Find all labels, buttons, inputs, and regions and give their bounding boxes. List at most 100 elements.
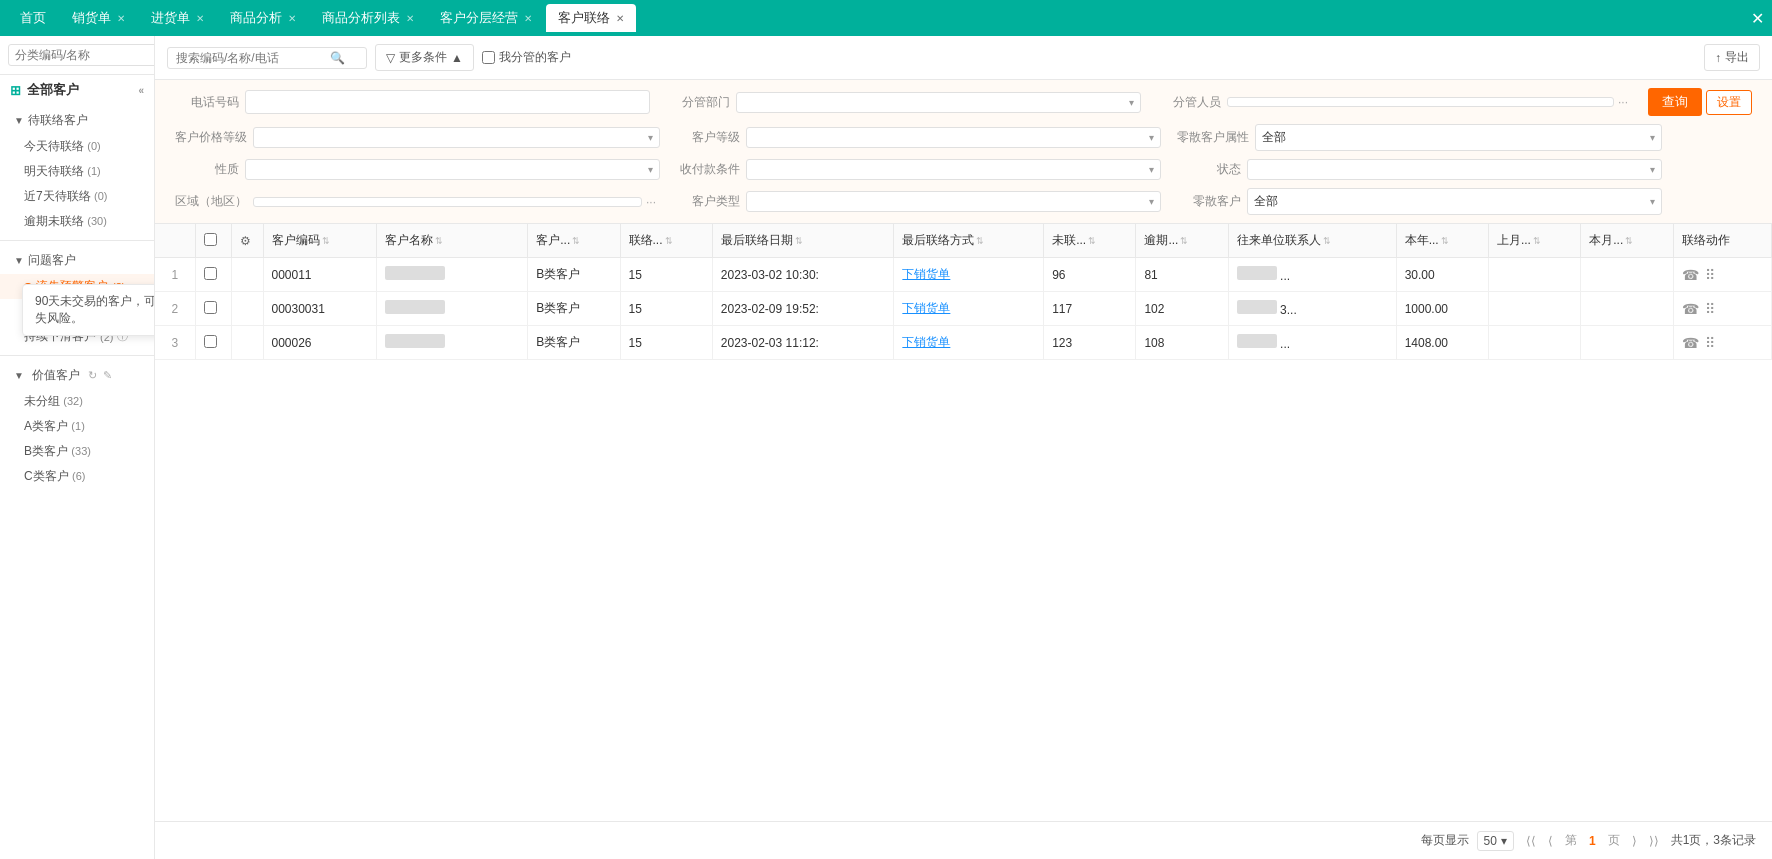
tab-analysis[interactable]: 商品分析 ✕ xyxy=(218,4,308,32)
th-type[interactable]: 客户... ⇅ xyxy=(528,224,620,258)
filter-dots-region[interactable]: ··· xyxy=(642,195,660,209)
toolbar-search-icon[interactable]: 🔍 xyxy=(330,51,345,65)
cell-checkbox-1[interactable] xyxy=(195,258,231,292)
filter-select-person[interactable] xyxy=(1227,97,1614,107)
edit-icon[interactable]: ✎ xyxy=(103,369,112,382)
contact-icon-3[interactable]: ☎ xyxy=(1682,335,1699,351)
next-page-button[interactable]: ⟩ xyxy=(1628,832,1641,850)
sidebar-item-overdue[interactable]: 逾期未联络 (30) xyxy=(0,209,154,234)
cell-method-2[interactable]: 下销货单 xyxy=(894,292,1044,326)
tab-customer-segment[interactable]: 客户分层经营 ✕ xyxy=(428,4,544,32)
row-checkbox-1[interactable] xyxy=(204,267,217,280)
filter-select-price-grade[interactable]: ▾ xyxy=(253,127,660,148)
sidebar-root[interactable]: ⊞ 全部客户 « xyxy=(0,75,154,105)
tab-close-customer-segment[interactable]: ✕ xyxy=(524,13,532,24)
method-link-2[interactable]: 下销货单 xyxy=(902,301,950,315)
th-name[interactable]: 客户名称 ⇅ xyxy=(376,224,527,258)
my-customers-checkbox[interactable] xyxy=(482,51,495,64)
sidebar-search-input[interactable] xyxy=(8,44,155,66)
cell-name-2 xyxy=(376,292,527,326)
th-this-month[interactable]: 本月... ⇅ xyxy=(1581,224,1673,258)
tab-sales[interactable]: 销货单 ✕ xyxy=(60,4,137,32)
sort-icon-this-month: ⇅ xyxy=(1625,236,1633,246)
filter-select-region[interactable] xyxy=(253,197,642,207)
main-container: 🔍 ⊞ 全部客户 « ▼ 待联络客户 今天待联络 (0) 明天待联络 (1) 近… xyxy=(0,36,1772,859)
tab-home[interactable]: 首页 xyxy=(8,4,58,32)
more-actions-icon-1[interactable]: ⠿ xyxy=(1705,267,1715,283)
filter-dots-person[interactable]: ··· xyxy=(1614,95,1632,109)
th-code[interactable]: 客户编码 ⇅ xyxy=(263,224,376,258)
sidebar-group-valued-title[interactable]: ▼ 价值客户 ↻ ✎ xyxy=(0,362,154,389)
tab-customer-contact[interactable]: 客户联络 ✕ xyxy=(546,4,636,32)
tab-close-analysis[interactable]: ✕ xyxy=(288,13,296,24)
cell-this-month-2 xyxy=(1581,292,1673,326)
first-page-button[interactable]: ⟨⟨ xyxy=(1522,832,1540,850)
sidebar-item-ungroup[interactable]: 未分组 (32) xyxy=(0,389,154,414)
blurred-company-2 xyxy=(1237,300,1277,314)
tab-analysis-list[interactable]: 商品分析列表 ✕ xyxy=(310,4,426,32)
sidebar-item-tomorrow[interactable]: 明天待联络 (1) xyxy=(0,159,154,184)
row-checkbox-2[interactable] xyxy=(204,301,217,314)
th-last-contact-date[interactable]: 最后联络日期 ⇅ xyxy=(712,224,894,258)
th-no-contact[interactable]: 未联... ⇅ xyxy=(1044,224,1136,258)
sidebar-item-class-a[interactable]: A类客户 (1) xyxy=(0,414,154,439)
tab-close-analysis-list[interactable]: ✕ xyxy=(406,13,414,24)
export-button[interactable]: ↑ 导出 xyxy=(1704,44,1760,71)
select-all-checkbox[interactable] xyxy=(204,233,217,246)
more-actions-icon-3[interactable]: ⠿ xyxy=(1705,335,1715,351)
sidebar-item-week[interactable]: 近7天待联络 (0) xyxy=(0,184,154,209)
th-last-month[interactable]: 上月... ⇅ xyxy=(1488,224,1580,258)
filter-select-customer-type[interactable]: ▾ xyxy=(746,191,1161,212)
collapse-icon[interactable]: « xyxy=(138,85,144,96)
my-customers-checkbox-label[interactable]: 我分管的客户 xyxy=(482,49,571,66)
th-overdue[interactable]: 逾期... ⇅ xyxy=(1136,224,1228,258)
tab-close-customer-contact[interactable]: ✕ xyxy=(616,13,624,24)
more-actions-icon-2[interactable]: ⠿ xyxy=(1705,301,1715,317)
last-page-button[interactable]: ⟩⟩ xyxy=(1645,832,1663,850)
contact-icon-1[interactable]: ☎ xyxy=(1682,267,1699,283)
cell-method-1[interactable]: 下销货单 xyxy=(894,258,1044,292)
contact-icon-2[interactable]: ☎ xyxy=(1682,301,1699,317)
filter-select-casual-attr[interactable]: 全部 ▾ xyxy=(1255,124,1662,151)
tab-close-purchase[interactable]: ✕ xyxy=(196,13,204,24)
more-conditions-button[interactable]: ▽ 更多条件 ▲ xyxy=(375,44,474,71)
query-button[interactable]: 查询 xyxy=(1648,88,1702,116)
filter-select-casual-customer[interactable]: 全部 ▾ xyxy=(1247,188,1662,215)
filter-input-phone[interactable] xyxy=(245,90,650,114)
cell-type-3: B类客户 xyxy=(528,326,620,360)
filter-select-payment[interactable]: ▾ xyxy=(746,159,1161,180)
refresh-icon[interactable]: ↻ xyxy=(88,369,97,382)
method-link-3[interactable]: 下销货单 xyxy=(902,335,950,349)
th-last-contact-method[interactable]: 最后联络方式 ⇅ xyxy=(894,224,1044,258)
cell-checkbox-3[interactable] xyxy=(195,326,231,360)
tooltip-lost-warning: 90天未交易的客户，可能有流失风险。 xyxy=(22,284,155,336)
toolbar-search-input[interactable] xyxy=(176,51,326,65)
cell-date-3: 2023-02-03 11:12: xyxy=(712,326,894,360)
sidebar-item-class-c[interactable]: C类客户 (6) xyxy=(0,464,154,489)
settings-button[interactable]: 设置 xyxy=(1706,90,1752,115)
th-contact[interactable]: 联络... ⇅ xyxy=(620,224,712,258)
filter-select-dept[interactable]: ▾ xyxy=(736,92,1141,113)
sidebar-group-problem-title[interactable]: ▼ 问题客户 xyxy=(0,247,154,274)
sort-icon-this-year: ⇅ xyxy=(1441,236,1449,246)
sidebar-item-today[interactable]: 今天待联络 (0) xyxy=(0,134,154,159)
row-checkbox-3[interactable] xyxy=(204,335,217,348)
th-prev-company[interactable]: 往来单位联系人 ⇅ xyxy=(1228,224,1396,258)
cell-last-month-1 xyxy=(1488,258,1580,292)
cell-checkbox-2[interactable] xyxy=(195,292,231,326)
cell-method-3[interactable]: 下销货单 xyxy=(894,326,1044,360)
filter-select-status[interactable]: ▾ xyxy=(1247,159,1662,180)
th-settings[interactable]: ⚙ xyxy=(231,224,263,258)
per-page-select[interactable]: 50 ▾ xyxy=(1477,831,1514,851)
method-link-1[interactable]: 下销货单 xyxy=(902,267,950,281)
tab-close-sales[interactable]: ✕ xyxy=(117,13,125,24)
table-settings-icon[interactable]: ⚙ xyxy=(240,234,251,248)
tab-purchase[interactable]: 进货单 ✕ xyxy=(139,4,216,32)
sidebar-item-class-b[interactable]: B类客户 (33) xyxy=(0,439,154,464)
sidebar-group-pending-title[interactable]: ▼ 待联络客户 xyxy=(0,107,154,134)
close-all-tabs[interactable]: ✕ xyxy=(1751,9,1764,28)
th-this-year[interactable]: 本年... ⇅ xyxy=(1396,224,1488,258)
filter-select-customer-grade[interactable]: ▾ xyxy=(746,127,1161,148)
filter-select-nature[interactable]: ▾ xyxy=(245,159,660,180)
prev-page-button[interactable]: ⟨ xyxy=(1544,832,1557,850)
